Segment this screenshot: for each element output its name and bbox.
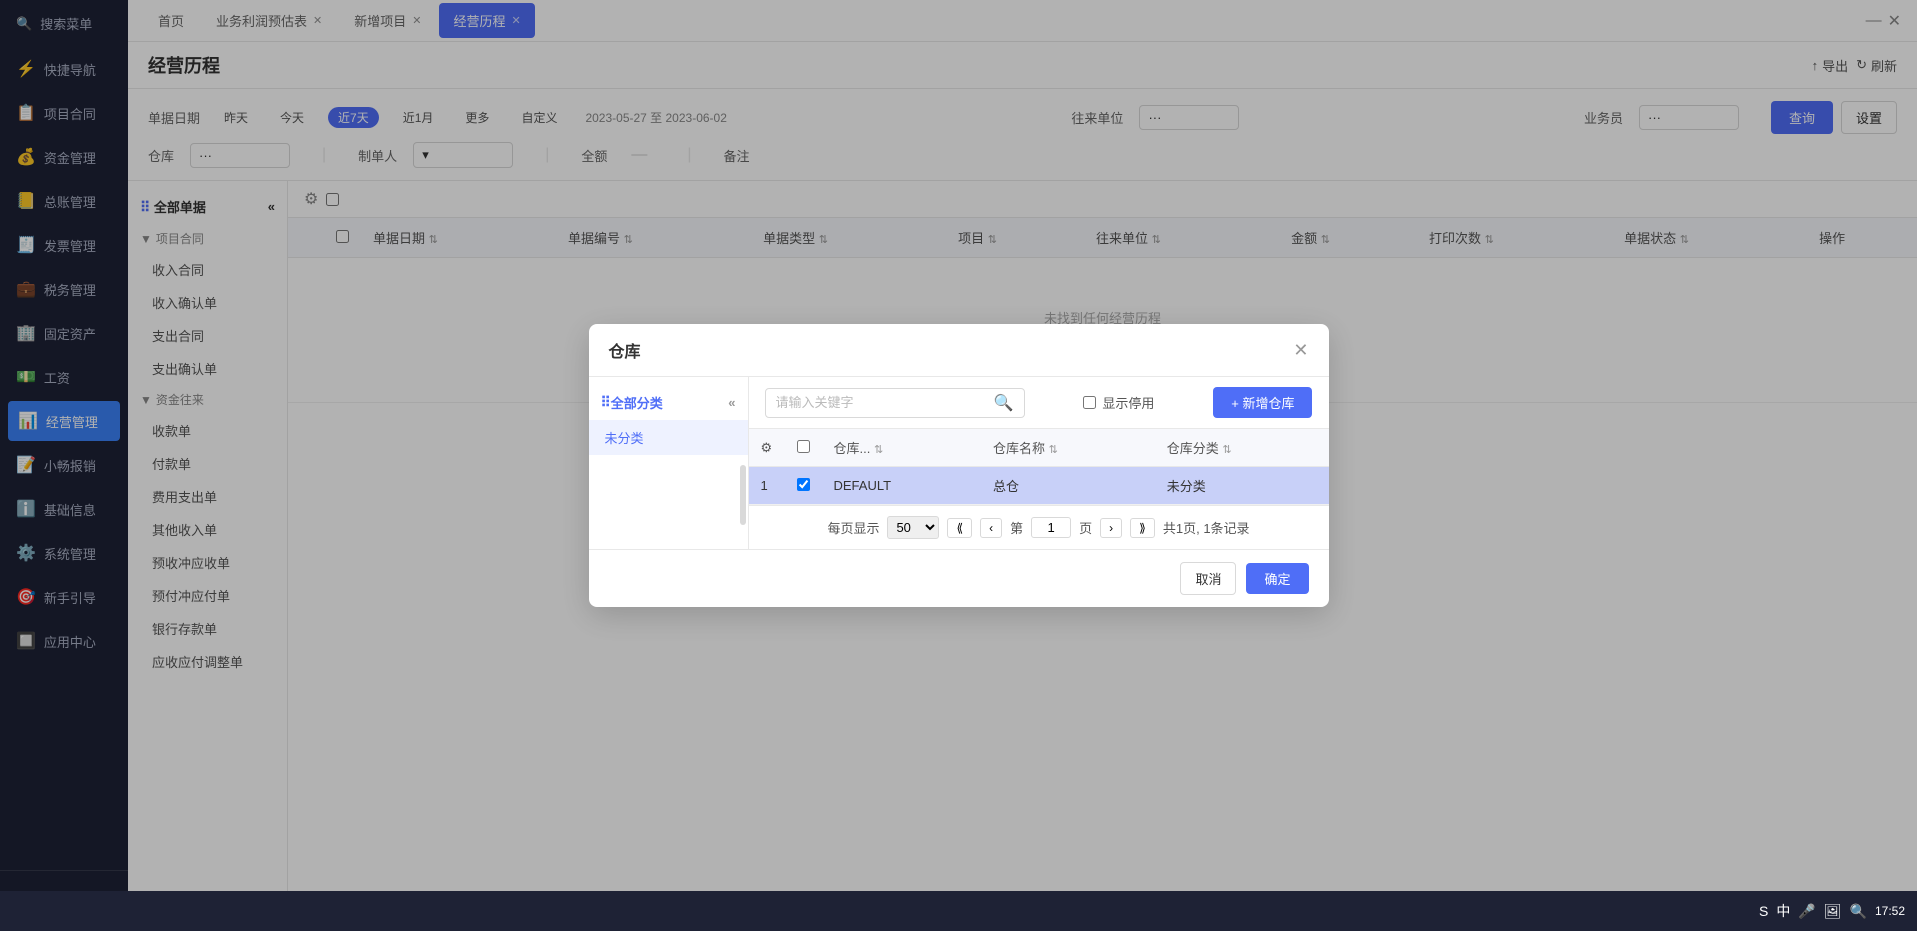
modal-thead-checkbox[interactable] [797,440,810,453]
modal-toolbar: 🔍 显示停用 + 新增仓库 [749,377,1329,429]
modal-search-icon[interactable]: 🔍 [994,393,1014,413]
modal-overlay: 仓库 ✕ ⠿ 全部分类 « 未分类 [0,0,1917,931]
modal-page-suffix: 页 [1079,518,1092,537]
modal-table: ⚙ 仓库... ⇅ 仓库名称 ⇅ 仓库分类 ⇅ 1 DEFA [749,429,1329,505]
modal-col-code[interactable]: 仓库... ⇅ [822,429,982,467]
taskbar: S 中 🎤 🖼 🔍 17:52 [0,891,1917,931]
taskbar-icon-5[interactable]: 🔍 [1850,903,1867,920]
row-checkbox [785,467,822,505]
modal-all-category[interactable]: ⠿ 全部分类 « [589,385,748,420]
modal-collapse-icon[interactable]: « [728,395,735,410]
modal-col-category[interactable]: 仓库分类 ⇅ [1155,429,1329,467]
modal-first-btn[interactable]: ⟪ [947,518,972,538]
modal-table-wrap: ⚙ 仓库... ⇅ 仓库名称 ⇅ 仓库分类 ⇅ 1 DEFA [749,429,1329,505]
modal-search-box: 🔍 [765,388,1025,418]
uncategorized-label: 未分类 [605,431,644,446]
modal-left-scroll [589,455,748,541]
taskbar-icon-4[interactable]: 🖼 [1824,903,1842,920]
warehouse-modal: 仓库 ✕ ⠿ 全部分类 « 未分类 [589,324,1329,607]
add-warehouse-btn[interactable]: + 新增仓库 [1213,387,1312,418]
modal-close-btn[interactable]: ✕ [1293,340,1308,361]
modal-confirm-btn[interactable]: 确定 [1246,563,1308,594]
modal-footer: 取消 确定 [589,549,1329,607]
modal-search-input[interactable] [776,395,988,410]
modal-right: 🔍 显示停用 + 新增仓库 ⚙ [749,377,1329,549]
modal-left-panel: ⠿ 全部分类 « 未分类 [589,377,749,549]
taskbar-time: 17:52 [1875,904,1905,918]
modal-prev-btn[interactable]: ‹ [980,518,1002,538]
taskbar-icon-3[interactable]: 🎤 [1798,903,1815,920]
modal-table-body: 1 DEFAULT 总仓 未分类 [749,467,1329,505]
row-code: DEFAULT [822,467,982,505]
row-select-checkbox[interactable] [797,478,810,491]
modal-uncategorized[interactable]: 未分类 [589,420,748,455]
modal-page-label: 第 [1010,518,1023,537]
modal-col-checkbox [785,429,822,467]
row-num: 1 [749,467,785,505]
modal-body: ⠿ 全部分类 « 未分类 🔍 [589,377,1329,549]
row-name: 总仓 [981,467,1155,505]
modal-table-row[interactable]: 1 DEFAULT 总仓 未分类 [749,467,1329,505]
modal-last-btn[interactable]: ⟫ [1130,518,1155,538]
taskbar-icon-2[interactable]: 中 [1776,901,1790,921]
all-category-label: 全部分类 [611,393,663,412]
taskbar-icon-1[interactable]: S [1759,903,1768,919]
modal-title: 仓库 [609,338,641,362]
modal-per-page-select[interactable]: 50 100 [887,516,939,539]
modal-table-head: ⚙ 仓库... ⇅ 仓库名称 ⇅ 仓库分类 ⇅ [749,429,1329,467]
row-category: 未分类 [1155,467,1329,505]
modal-header: 仓库 ✕ [589,324,1329,377]
all-category-icon: ⠿ [601,394,611,411]
modal-col-settings[interactable]: ⚙ [749,429,785,467]
modal-page-input[interactable] [1031,517,1071,538]
modal-next-btn[interactable]: › [1100,518,1122,538]
modal-cancel-btn[interactable]: 取消 [1180,562,1236,595]
modal-scrollbar[interactable] [740,465,746,525]
show-disabled-checkbox[interactable] [1083,396,1096,409]
modal-per-page-label: 每页显示 [827,518,879,537]
modal-total-label: 共1页, 1条记录 [1163,518,1250,537]
show-disabled-label[interactable]: 显示停用 [1083,393,1154,412]
modal-col-name[interactable]: 仓库名称 ⇅ [981,429,1155,467]
modal-pagination: 每页显示 50 100 ⟪ ‹ 第 页 › ⟫ 共1页, 1条记录 [749,505,1329,549]
